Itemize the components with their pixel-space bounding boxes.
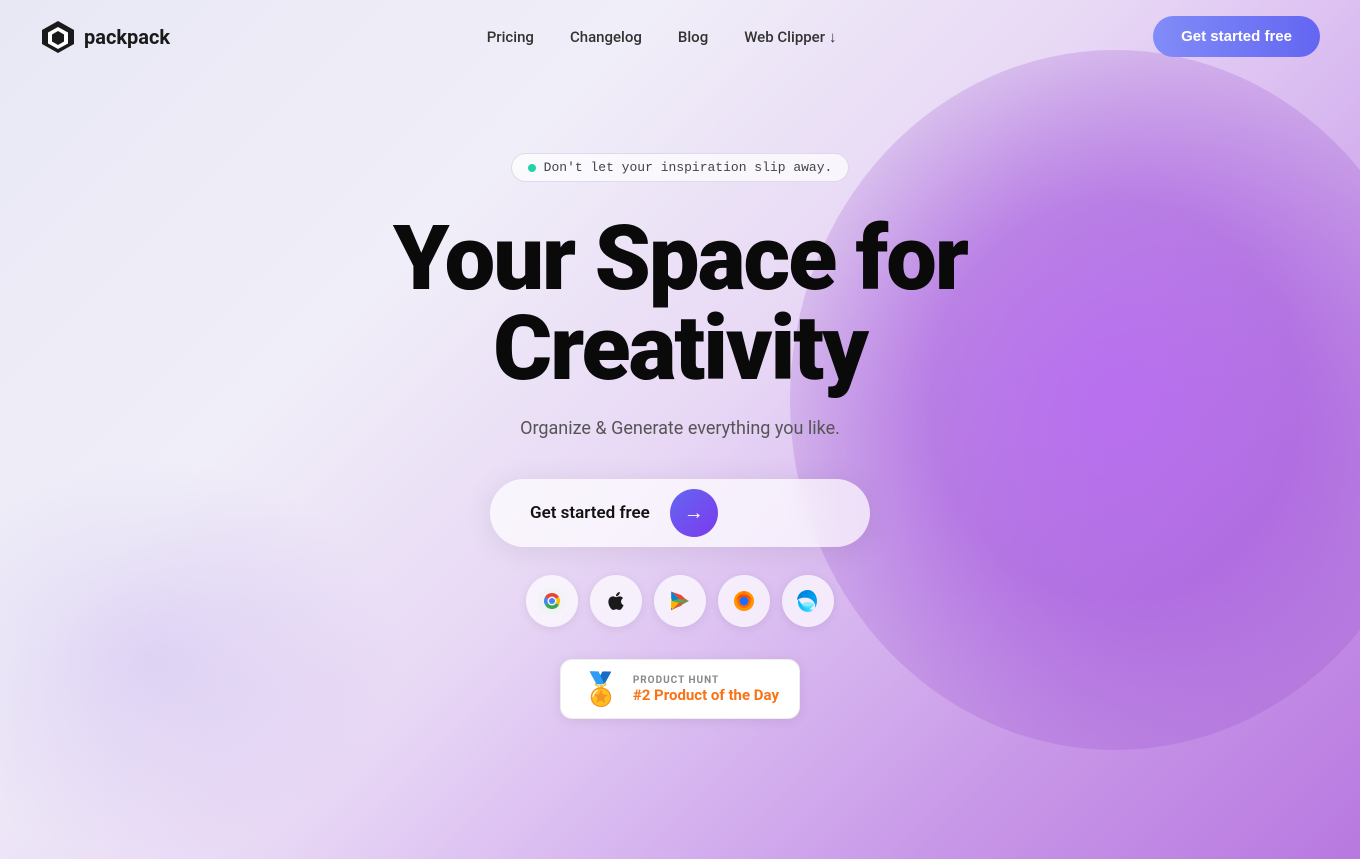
tagline-text: Don't let your inspiration slip away.: [544, 160, 833, 175]
firefox-icon[interactable]: [718, 575, 770, 627]
edge-icon[interactable]: [782, 575, 834, 627]
nav-pricing[interactable]: Pricing: [487, 28, 534, 46]
nav-blog[interactable]: Blog: [678, 28, 708, 46]
hero-subtitle: Organize & Generate everything you like.: [520, 418, 840, 439]
tagline-badge: Don't let your inspiration slip away.: [511, 153, 850, 182]
navbar: packpack Pricing Changelog Blog Web Clip…: [0, 0, 1360, 73]
medal-icon: 🏅: [581, 670, 621, 708]
chevron-down-icon: ↓: [829, 28, 837, 46]
logo[interactable]: packpack: [40, 19, 170, 55]
nav-changelog[interactable]: Changelog: [570, 28, 642, 46]
logo-icon: [40, 19, 76, 55]
ph-label: PRODUCT HUNT: [633, 675, 719, 686]
nav-cta-button[interactable]: Get started free: [1153, 16, 1320, 57]
nav-links: Pricing Changelog Blog Web Clipper ↓: [487, 27, 837, 46]
brand-name: packpack: [84, 25, 170, 49]
google-play-icon[interactable]: [654, 575, 706, 627]
hero-cta-container: Get started free →: [490, 479, 870, 547]
hero-cta-label: Get started free: [530, 503, 650, 523]
tagline-dot: [528, 164, 536, 172]
ph-rank: #2 Product of the Day: [633, 686, 779, 704]
nav-web-clipper[interactable]: Web Clipper ↓: [744, 28, 836, 46]
chrome-icon[interactable]: [526, 575, 578, 627]
hero-section: Don't let your inspiration slip away. Yo…: [0, 73, 1360, 719]
hero-title: Your Space for Creativity: [205, 214, 1155, 394]
hero-cta-button[interactable]: →: [670, 489, 718, 537]
ph-text: PRODUCT HUNT #2 Product of the Day: [633, 675, 779, 704]
product-hunt-badge[interactable]: 🏅 PRODUCT HUNT #2 Product of the Day: [560, 659, 800, 719]
platform-icons: [526, 575, 834, 627]
apple-icon[interactable]: [590, 575, 642, 627]
arrow-icon: →: [684, 502, 704, 525]
